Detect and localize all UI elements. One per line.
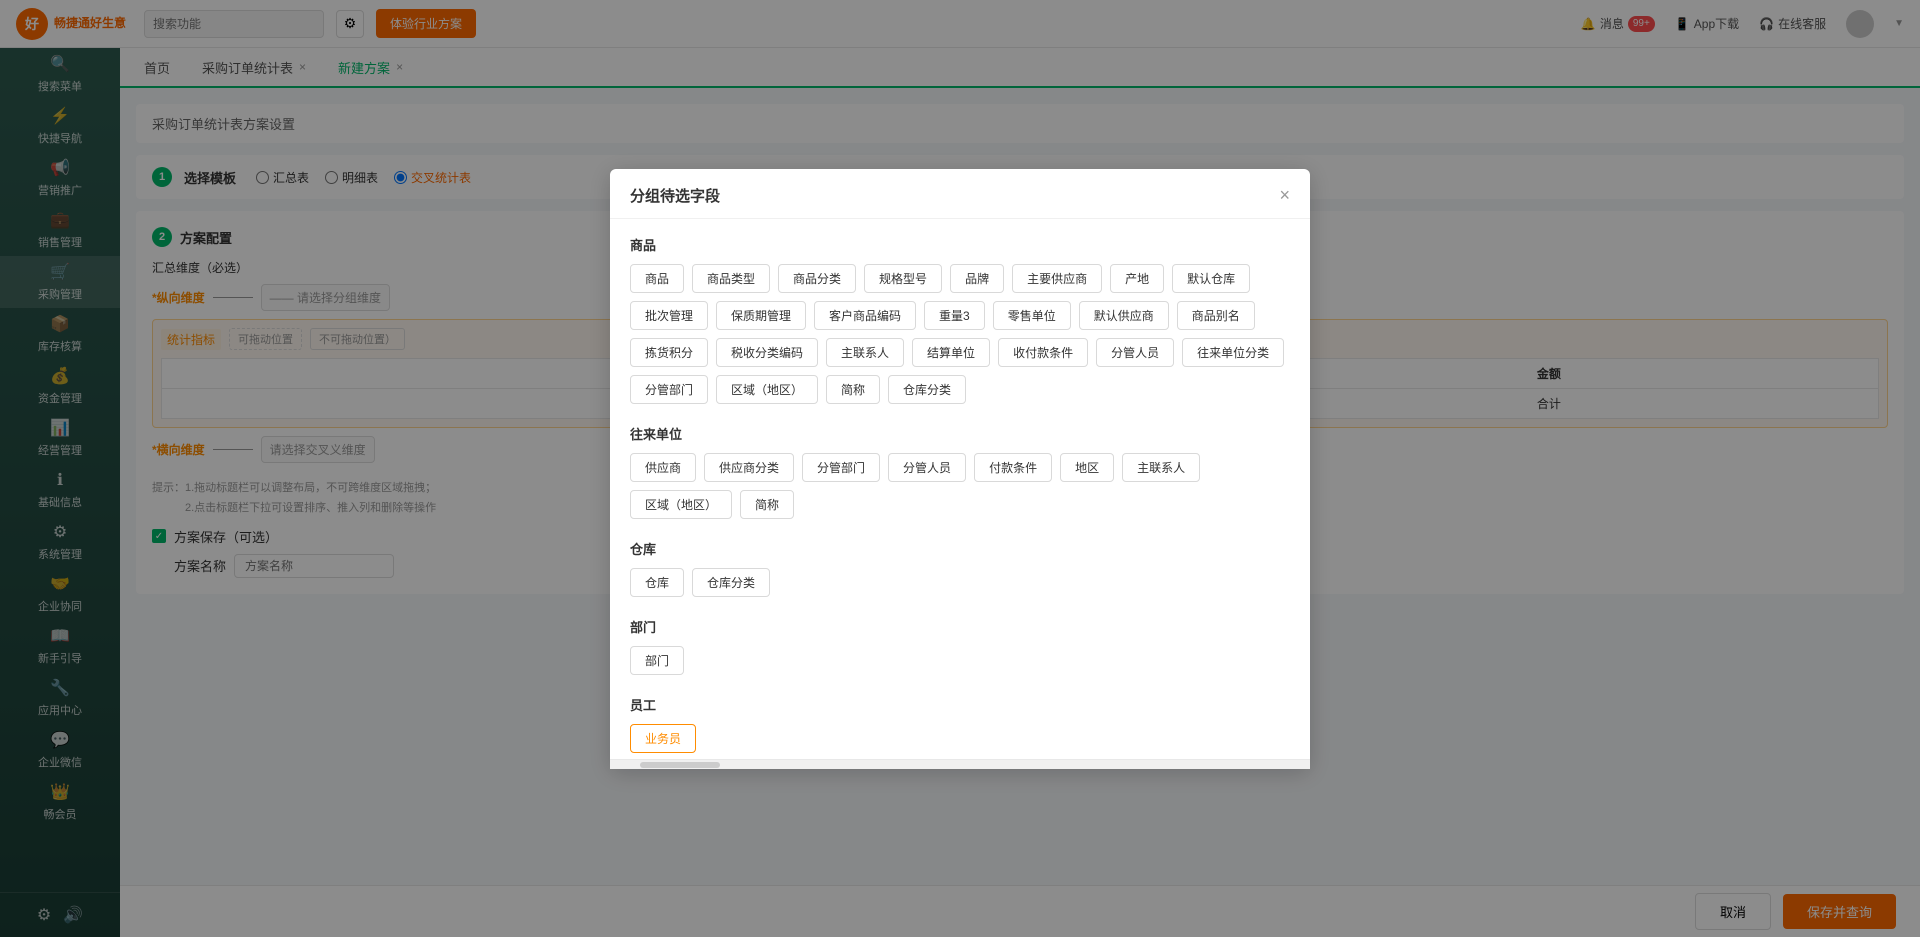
field-tag[interactable]: 仓库分类 <box>692 568 770 597</box>
field-tag[interactable]: 默认仓库 <box>1172 264 1250 293</box>
product-fields-grid: 商品 商品类型 商品分类 规格型号 品牌 主要供应商 产地 默认仓库 批次管理 … <box>630 264 1290 404</box>
field-tag[interactable]: 区域（地区） <box>630 490 732 519</box>
field-tag[interactable]: 税收分类编码 <box>716 338 818 367</box>
field-tag[interactable]: 商品别名 <box>1177 301 1255 330</box>
modal: 分组待选字段 × 商品 商品 商品类型 商品分类 规格型号 品牌 主要供应商 产… <box>610 169 1310 769</box>
modal-title: 分组待选字段 <box>630 185 720 206</box>
field-tag[interactable]: 仓库分类 <box>888 375 966 404</box>
field-tag[interactable]: 供应商分类 <box>704 453 794 482</box>
field-tag[interactable]: 分管人员 <box>1096 338 1174 367</box>
field-tag[interactable]: 地区 <box>1060 453 1114 482</box>
modal-body: 商品 商品 商品类型 商品分类 规格型号 品牌 主要供应商 产地 默认仓库 批次… <box>610 219 1310 759</box>
field-tag[interactable]: 分管人员 <box>888 453 966 482</box>
field-tag[interactable]: 规格型号 <box>864 264 942 293</box>
field-tag[interactable]: 收付款条件 <box>998 338 1088 367</box>
section-warehouse: 仓库 仓库 仓库分类 <box>630 539 1290 597</box>
field-tag[interactable]: 商品 <box>630 264 684 293</box>
field-tag[interactable]: 主联系人 <box>826 338 904 367</box>
field-tag[interactable]: 供应商 <box>630 453 696 482</box>
modal-header: 分组待选字段 × <box>610 169 1310 219</box>
field-tag[interactable]: 简称 <box>826 375 880 404</box>
field-tag[interactable]: 重量3 <box>924 301 985 330</box>
field-tag[interactable]: 保质期管理 <box>716 301 806 330</box>
modal-scroll-bar[interactable] <box>610 759 1310 769</box>
warehouse-fields-grid: 仓库 仓库分类 <box>630 568 1290 597</box>
section-partner-title: 往来单位 <box>630 424 1290 443</box>
section-product-title: 商品 <box>630 235 1290 254</box>
field-tag[interactable]: 结算单位 <box>912 338 990 367</box>
partner-fields-grid: 供应商 供应商分类 分管部门 分管人员 付款条件 地区 主联系人 区域（地区） … <box>630 453 1290 519</box>
field-tag[interactable]: 往来单位分类 <box>1182 338 1284 367</box>
field-tag[interactable]: 付款条件 <box>974 453 1052 482</box>
section-department: 部门 部门 <box>630 617 1290 675</box>
field-tag[interactable]: 部门 <box>630 646 684 675</box>
field-tag[interactable]: 分管部门 <box>630 375 708 404</box>
modal-overlay[interactable]: 分组待选字段 × 商品 商品 商品类型 商品分类 规格型号 品牌 主要供应商 产… <box>0 0 1920 937</box>
field-tag[interactable]: 客户商品编码 <box>814 301 916 330</box>
department-fields-grid: 部门 <box>630 646 1290 675</box>
section-department-title: 部门 <box>630 617 1290 636</box>
field-tag[interactable]: 默认供应商 <box>1079 301 1169 330</box>
field-tag[interactable]: 产地 <box>1110 264 1164 293</box>
field-tag[interactable]: 分管部门 <box>802 453 880 482</box>
modal-scroll-thumb <box>640 762 720 768</box>
field-tag[interactable]: 商品分类 <box>778 264 856 293</box>
employee-fields-grid: 业务员 <box>630 724 1290 753</box>
section-product: 商品 商品 商品类型 商品分类 规格型号 品牌 主要供应商 产地 默认仓库 批次… <box>630 235 1290 404</box>
field-tag[interactable]: 品牌 <box>950 264 1004 293</box>
field-tag-selected[interactable]: 业务员 <box>630 724 696 753</box>
field-tag[interactable]: 主要供应商 <box>1012 264 1102 293</box>
field-tag[interactable]: 仓库 <box>630 568 684 597</box>
modal-close-button[interactable]: × <box>1279 185 1290 206</box>
field-tag[interactable]: 简称 <box>740 490 794 519</box>
section-warehouse-title: 仓库 <box>630 539 1290 558</box>
section-employee-title: 员工 <box>630 695 1290 714</box>
field-tag[interactable]: 主联系人 <box>1122 453 1200 482</box>
field-tag[interactable]: 区域（地区） <box>716 375 818 404</box>
field-tag[interactable]: 拣货积分 <box>630 338 708 367</box>
field-tag[interactable]: 批次管理 <box>630 301 708 330</box>
section-partner: 往来单位 供应商 供应商分类 分管部门 分管人员 付款条件 地区 主联系人 区域… <box>630 424 1290 519</box>
section-employee: 员工 业务员 <box>630 695 1290 753</box>
field-tag[interactable]: 商品类型 <box>692 264 770 293</box>
field-tag[interactable]: 零售单位 <box>993 301 1071 330</box>
